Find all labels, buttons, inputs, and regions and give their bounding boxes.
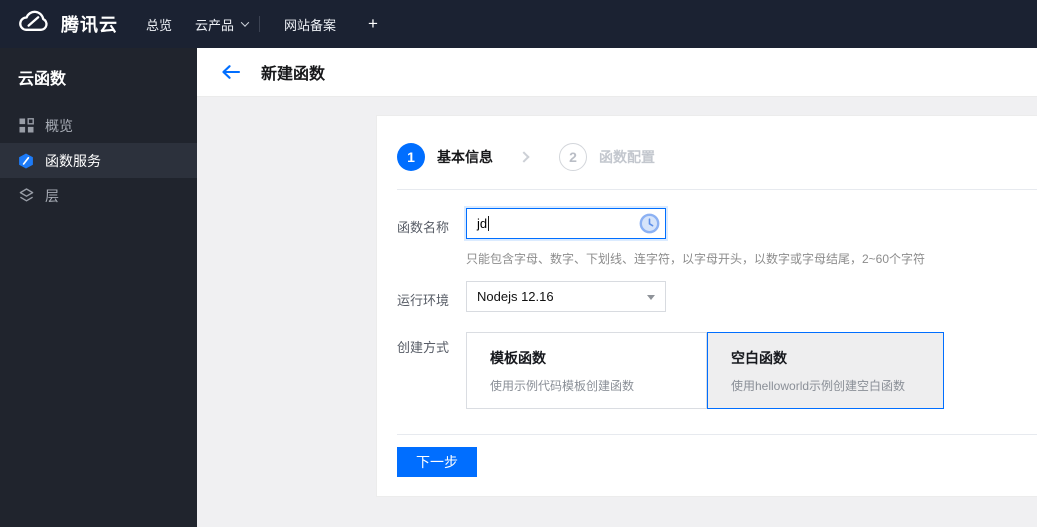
sidebar-item-label: 层 — [45, 187, 59, 204]
select-caret-icon — [647, 295, 655, 300]
step-function-config: 2 函数配置 — [559, 143, 655, 171]
step-number-badge: 2 — [559, 143, 587, 171]
add-tab-button[interactable]: + — [368, 14, 378, 34]
wizard-steps: 1 基本信息 2 函数配置 — [397, 143, 655, 171]
method-card-title: 空白函数 — [731, 350, 787, 366]
function-name-hint: 只能包含字母、数字、下划线、连字符，以字母开头，以数字或字母结尾，2~60个字符 — [466, 252, 926, 266]
clock-icon[interactable] — [639, 213, 660, 239]
creation-method-options: 模板函数 使用示例代码模板创建函数 空白函数 使用helloworld示例创建空… — [466, 332, 944, 409]
divider — [397, 434, 1037, 435]
page-title: 新建函数 — [261, 66, 326, 83]
back-button[interactable] — [221, 64, 241, 80]
method-card-description: 使用helloworld示例创建空白函数 — [731, 379, 906, 393]
topbar: 腾讯云 总览 云产品 网站备案 + — [0, 0, 1037, 48]
back-arrow-icon — [222, 65, 241, 79]
topnav-icp[interactable]: 网站备案 — [284, 15, 336, 34]
sidebar-item-layers[interactable]: 层 — [0, 178, 197, 213]
method-card-blank-function[interactable]: 空白函数 使用helloworld示例创建空白函数 — [707, 332, 944, 409]
method-card-description: 使用示例代码模板创建函数 — [490, 379, 635, 393]
step-label: 基本信息 — [437, 149, 493, 165]
sidebar-item-overview[interactable]: 概览 — [0, 108, 197, 143]
function-name-value: jd — [477, 216, 488, 231]
step-label: 函数配置 — [599, 149, 655, 165]
text-cursor — [488, 216, 490, 231]
cloud-logo-icon — [16, 9, 52, 40]
step-basic-info: 1 基本信息 — [397, 143, 493, 171]
function-hexagon-icon — [18, 153, 34, 169]
tencent-cloud-logo[interactable]: 腾讯云 — [16, 9, 118, 40]
step-number-badge: 1 — [397, 143, 425, 171]
chevron-down-icon — [240, 18, 250, 27]
overview-grid-icon — [18, 118, 34, 133]
page-header: 新建函数 — [197, 48, 1037, 97]
sidebar-item-function-service[interactable]: 函数服务 — [0, 143, 197, 178]
creation-method-label: 创建方式 — [397, 340, 450, 355]
top-navigation: 总览 云产品 网站备案 + — [146, 14, 378, 34]
sidebar-item-label: 函数服务 — [45, 152, 101, 169]
create-function-card: 1 基本信息 2 函数配置 函数名称 jd 只能包含字母、数字、下划线、连字符，… — [376, 115, 1037, 497]
method-card-title: 模板函数 — [490, 350, 546, 366]
function-name-label: 函数名称 — [397, 220, 450, 235]
topnav-divider — [259, 16, 261, 32]
layers-icon — [18, 188, 34, 203]
topnav-products[interactable]: 云产品 — [195, 15, 250, 34]
brand-name: 腾讯云 — [61, 15, 118, 35]
sidebar-title: 云函数 — [18, 71, 67, 88]
sidebar-item-label: 概览 — [45, 117, 73, 134]
main-area: 新建函数 1 基本信息 2 函数配置 函数名称 jd 只能包含字母、数字、下划线… — [197, 48, 1037, 527]
topnav-overview[interactable]: 总览 — [146, 15, 172, 34]
divider — [397, 189, 1037, 190]
topnav-products-label: 云产品 — [195, 17, 235, 33]
method-card-template-function[interactable]: 模板函数 使用示例代码模板创建函数 — [466, 332, 707, 409]
step-chevron-icon — [518, 151, 530, 163]
sidebar: 云函数 概览 函数服务 层 — [0, 48, 197, 527]
runtime-selected-value: Nodejs 12.16 — [477, 289, 554, 304]
next-step-button[interactable]: 下一步 — [397, 447, 477, 477]
runtime-label: 运行环境 — [397, 293, 450, 308]
function-name-input[interactable]: jd — [466, 208, 666, 239]
runtime-select[interactable]: Nodejs 12.16 — [466, 281, 666, 312]
